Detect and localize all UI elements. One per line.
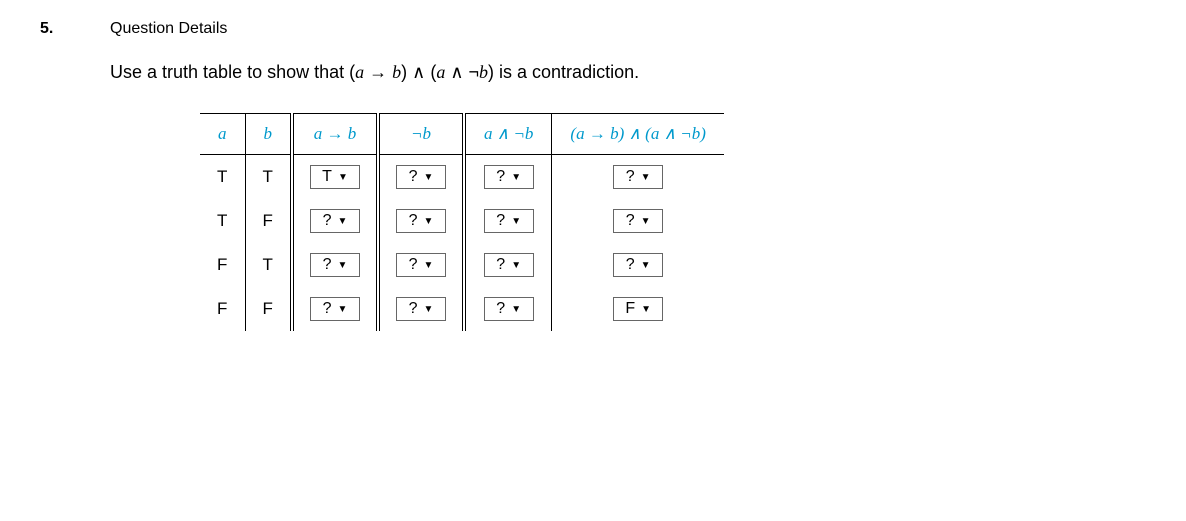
- question-prompt: Use a truth table to show that (a → b) ∧…: [110, 62, 1146, 83]
- select-value: ?: [496, 168, 505, 186]
- caret-down-icon: ▼: [641, 172, 651, 183]
- header-a: a: [200, 114, 245, 155]
- prompt-mid: ) ∧ (: [401, 62, 436, 82]
- select-r2-c4[interactable]: ?▼: [396, 253, 446, 277]
- select-r1-c6[interactable]: ?▼: [613, 209, 663, 233]
- select-value: ?: [496, 256, 505, 274]
- caret-down-icon: ▼: [424, 216, 434, 227]
- caret-down-icon: ▼: [511, 260, 521, 271]
- prompt-a2: a: [436, 62, 445, 82]
- cell-a: F: [200, 243, 245, 287]
- prompt-a: a: [355, 62, 364, 82]
- cell-b: T: [245, 155, 292, 200]
- select-value: ?: [409, 168, 418, 186]
- caret-down-icon: ▼: [424, 260, 434, 271]
- question-number: 5.: [40, 20, 70, 331]
- caret-down-icon: ▼: [424, 304, 434, 315]
- cell-b: T: [245, 243, 292, 287]
- cell-a: F: [200, 287, 245, 331]
- select-value: ?: [409, 300, 418, 318]
- caret-down-icon: ▼: [338, 172, 348, 183]
- caret-down-icon: ▼: [338, 260, 348, 271]
- caret-down-icon: ▼: [641, 304, 651, 315]
- select-value: ?: [409, 212, 418, 230]
- select-r0-c6[interactable]: ?▼: [613, 165, 663, 189]
- select-r3-c3[interactable]: ?▼: [310, 297, 360, 321]
- select-r0-c3[interactable]: T▼: [310, 165, 360, 189]
- select-value: ?: [626, 168, 635, 186]
- cell-a: T: [200, 155, 245, 200]
- header-full: (a → b) ∧ (a ∧ ¬b): [552, 114, 724, 155]
- select-r3-c4[interactable]: ?▼: [396, 297, 446, 321]
- select-value: ?: [626, 212, 635, 230]
- truth-table: a b a → b ¬b a ∧ ¬b (a → b) ∧ (a ∧ ¬b) T…: [200, 113, 724, 331]
- select-r1-c4[interactable]: ?▼: [396, 209, 446, 233]
- caret-down-icon: ▼: [511, 172, 521, 183]
- prompt-b: b: [392, 62, 401, 82]
- select-r2-c6[interactable]: ?▼: [613, 253, 663, 277]
- caret-down-icon: ▼: [338, 216, 348, 227]
- cell-a: T: [200, 199, 245, 243]
- header-notb: ¬b: [378, 114, 464, 155]
- select-value: F: [625, 300, 635, 318]
- caret-down-icon: ▼: [511, 216, 521, 227]
- select-value: ?: [323, 212, 332, 230]
- select-value: T: [322, 168, 332, 186]
- caret-down-icon: ▼: [338, 304, 348, 315]
- select-value: ?: [409, 256, 418, 274]
- question-details-label: Question Details: [110, 20, 1146, 38]
- caret-down-icon: ▼: [641, 216, 651, 227]
- prompt-pre: Use a truth table to show that (: [110, 62, 355, 82]
- caret-down-icon: ▼: [511, 304, 521, 315]
- select-r1-c3[interactable]: ?▼: [310, 209, 360, 233]
- select-r2-c3[interactable]: ?▼: [310, 253, 360, 277]
- table-row: F T ?▼ ?▼ ?▼ ?▼: [200, 243, 724, 287]
- select-value: ?: [496, 300, 505, 318]
- select-value: ?: [496, 212, 505, 230]
- table-row: T T T▼ ?▼ ?▼ ?▼: [200, 155, 724, 200]
- table-row: F F ?▼ ?▼ ?▼ F▼: [200, 287, 724, 331]
- header-row: a b a → b ¬b a ∧ ¬b (a → b) ∧ (a ∧ ¬b): [200, 114, 724, 155]
- prompt-arrow: →: [364, 62, 392, 82]
- select-r1-c5[interactable]: ?▼: [484, 209, 534, 233]
- table-row: T F ?▼ ?▼ ?▼ ?▼: [200, 199, 724, 243]
- select-r3-c6[interactable]: F▼: [613, 297, 663, 321]
- prompt-b2: b: [479, 62, 488, 82]
- select-r3-c5[interactable]: ?▼: [484, 297, 534, 321]
- select-value: ?: [626, 256, 635, 274]
- header-and-notb: a ∧ ¬b: [464, 114, 552, 155]
- cell-b: F: [245, 199, 292, 243]
- select-r2-c5[interactable]: ?▼: [484, 253, 534, 277]
- header-b: b: [245, 114, 292, 155]
- caret-down-icon: ▼: [424, 172, 434, 183]
- header-implies: a → b: [292, 114, 378, 155]
- prompt-post: ) is a contradiction.: [488, 62, 639, 82]
- cell-b: F: [245, 287, 292, 331]
- select-value: ?: [323, 300, 332, 318]
- select-r0-c4[interactable]: ?▼: [396, 165, 446, 189]
- caret-down-icon: ▼: [641, 260, 651, 271]
- select-value: ?: [323, 256, 332, 274]
- prompt-and: ∧ ¬: [445, 62, 479, 82]
- select-r0-c5[interactable]: ?▼: [484, 165, 534, 189]
